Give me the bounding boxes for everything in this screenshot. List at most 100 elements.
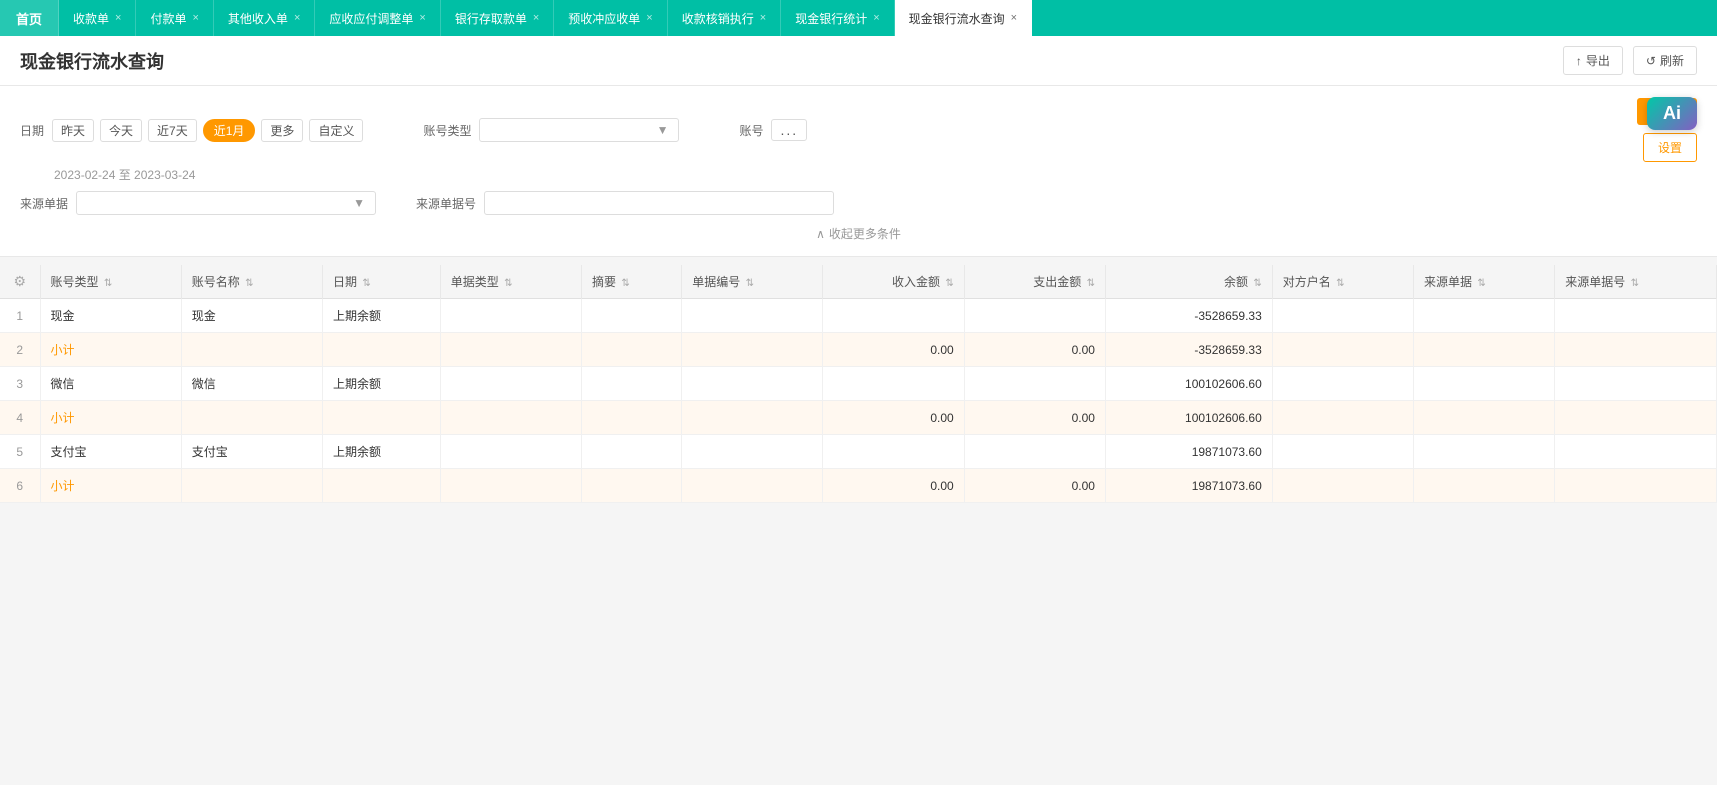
export-button[interactable]: ↑ 导出 (1563, 46, 1623, 75)
cell-summary (581, 401, 681, 435)
cell-account-name (181, 401, 322, 435)
table-row: 4小计0.000.00100102606.60 (0, 401, 1717, 435)
cell-doc-type (440, 401, 581, 435)
nav-tab-5[interactable]: 预收冲应收单 × (554, 0, 667, 36)
sort-icon[interactable]: ⇅ (621, 278, 629, 289)
cell-income (823, 299, 964, 333)
date-yesterday-btn[interactable]: 昨天 (52, 119, 94, 142)
cell-source-doc (1414, 469, 1555, 503)
cell-source-doc (1414, 367, 1555, 401)
close-icon[interactable]: × (533, 12, 539, 24)
date-7days-btn[interactable]: 近7天 (148, 119, 197, 142)
close-icon[interactable]: × (760, 12, 766, 24)
close-icon[interactable]: × (873, 12, 879, 24)
cell-income: 0.00 (823, 469, 964, 503)
date-today-btn[interactable]: 今天 (100, 119, 142, 142)
nav-tab-7[interactable]: 现金银行统计 × (781, 0, 894, 36)
cell-summary (581, 333, 681, 367)
cell-source-doc-no (1555, 435, 1717, 469)
col-source-doc-label: 来源单据 (1424, 275, 1472, 289)
close-icon[interactable]: × (1011, 12, 1017, 24)
close-icon[interactable]: × (294, 12, 300, 24)
nav-tab-2[interactable]: 其他收入单 × (214, 0, 315, 36)
close-icon[interactable]: × (419, 12, 425, 24)
cell-source-doc (1414, 401, 1555, 435)
account-type-select[interactable]: ▼ (479, 118, 679, 142)
cell-account-name (181, 333, 322, 367)
nav-tab-0[interactable]: 收款单 × (59, 0, 136, 36)
col-date: 日期 ⇅ (322, 265, 440, 299)
cell-expense: 0.00 (964, 333, 1105, 367)
date-shortcuts: 昨天 今天 近7天 近1月 更多 自定义 (52, 119, 363, 142)
cell-account-type: 小计 (40, 333, 181, 367)
date-custom-btn[interactable]: 自定义 (309, 119, 363, 142)
nav-tab-1[interactable]: 付款单 × (136, 0, 213, 36)
sort-icon[interactable]: ⇅ (1087, 278, 1095, 289)
cell-counterparty (1272, 333, 1413, 367)
cell-source-doc (1414, 333, 1555, 367)
ai-badge[interactable]: Ai (1647, 97, 1697, 130)
sort-icon[interactable]: ⇅ (504, 278, 512, 289)
cell-account-type: 支付宝 (40, 435, 181, 469)
nav-home[interactable]: 首页 (0, 0, 59, 36)
source-doc-no-label: 来源单据号 (416, 195, 476, 212)
cell-source-doc-no (1555, 299, 1717, 333)
collapse-bar[interactable]: ∧ 收起更多条件 (20, 219, 1697, 244)
col-source-doc-no-label: 来源单据号 (1565, 275, 1625, 289)
cell-doc-type (440, 299, 581, 333)
source-doc-select[interactable]: ▼ (76, 191, 376, 215)
sort-icon[interactable]: ⇅ (1336, 278, 1344, 289)
account-dots-btn[interactable]: ... (771, 119, 807, 141)
filter-row-2: 来源单据 ▼ 来源单据号 (20, 191, 1697, 215)
chevron-down-icon: ▼ (657, 123, 669, 137)
row-index: 4 (0, 401, 40, 435)
sort-icon[interactable]: ⇅ (1631, 278, 1639, 289)
cell-doc-no (682, 401, 823, 435)
col-doc-type-label: 单据类型 (451, 275, 499, 289)
date-range-display: 2023-02-24 至 2023-03-24 (54, 166, 1697, 183)
sort-icon[interactable]: ⇅ (945, 278, 953, 289)
date-more-btn[interactable]: 更多 (261, 119, 303, 142)
col-expense: 支出金额 ⇅ (964, 265, 1105, 299)
cell-summary (581, 435, 681, 469)
refresh-icon: ↺ (1646, 54, 1656, 68)
settings-button[interactable]: 设置 (1643, 133, 1697, 162)
sort-icon[interactable]: ⇅ (245, 278, 253, 289)
collapse-label: 收起更多条件 (829, 225, 901, 242)
nav-tab-3[interactable]: 应收应付调整单 × (315, 0, 440, 36)
nav-tab-4[interactable]: 银行存取款单 × (441, 0, 554, 36)
cell-account-type: 小计 (40, 401, 181, 435)
cell-doc-type (440, 333, 581, 367)
source-doc-no-input[interactable] (484, 191, 834, 215)
cell-source-doc-no (1555, 469, 1717, 503)
table-row: 6小计0.000.0019871073.60 (0, 469, 1717, 503)
source-doc-no-group: 来源单据号 (416, 191, 834, 215)
sort-icon[interactable]: ⇅ (362, 278, 370, 289)
source-doc-group: 来源单据 ▼ (20, 191, 376, 215)
date-range-text: 2023-02-24 至 2023-03-24 (54, 168, 195, 182)
refresh-button[interactable]: ↺ 刷新 (1633, 46, 1697, 75)
close-icon[interactable]: × (192, 12, 198, 24)
table-header-row: ⚙ 账号类型 ⇅ 账号名称 ⇅ 日期 ⇅ 单据类型 ⇅ (0, 265, 1717, 299)
date-1month-btn[interactable]: 近1月 (203, 119, 256, 142)
col-account-name: 账号名称 ⇅ (181, 265, 322, 299)
account-type-label: 账号类型 (423, 122, 471, 139)
cell-date (322, 469, 440, 503)
cell-income: 0.00 (823, 333, 964, 367)
nav-tab-6[interactable]: 收款核销执行 × (668, 0, 781, 36)
row-index: 3 (0, 367, 40, 401)
cell-counterparty (1272, 299, 1413, 333)
sort-icon[interactable]: ⇅ (1477, 278, 1485, 289)
close-icon[interactable]: × (115, 12, 121, 24)
table-wrapper: ⚙ 账号类型 ⇅ 账号名称 ⇅ 日期 ⇅ 单据类型 ⇅ (0, 265, 1717, 503)
close-icon[interactable]: × (646, 12, 652, 24)
page-title: 现金银行流水查询 (20, 48, 164, 74)
sort-icon[interactable]: ⇅ (104, 278, 112, 289)
cell-balance: 100102606.60 (1105, 401, 1272, 435)
gear-icon[interactable]: ⚙ (13, 273, 26, 289)
sort-icon[interactable]: ⇅ (746, 278, 754, 289)
cell-counterparty (1272, 435, 1413, 469)
nav-tab-8[interactable]: 现金银行流水查询 × (895, 0, 1032, 36)
sort-icon[interactable]: ⇅ (1253, 278, 1261, 289)
cell-expense: 0.00 (964, 401, 1105, 435)
